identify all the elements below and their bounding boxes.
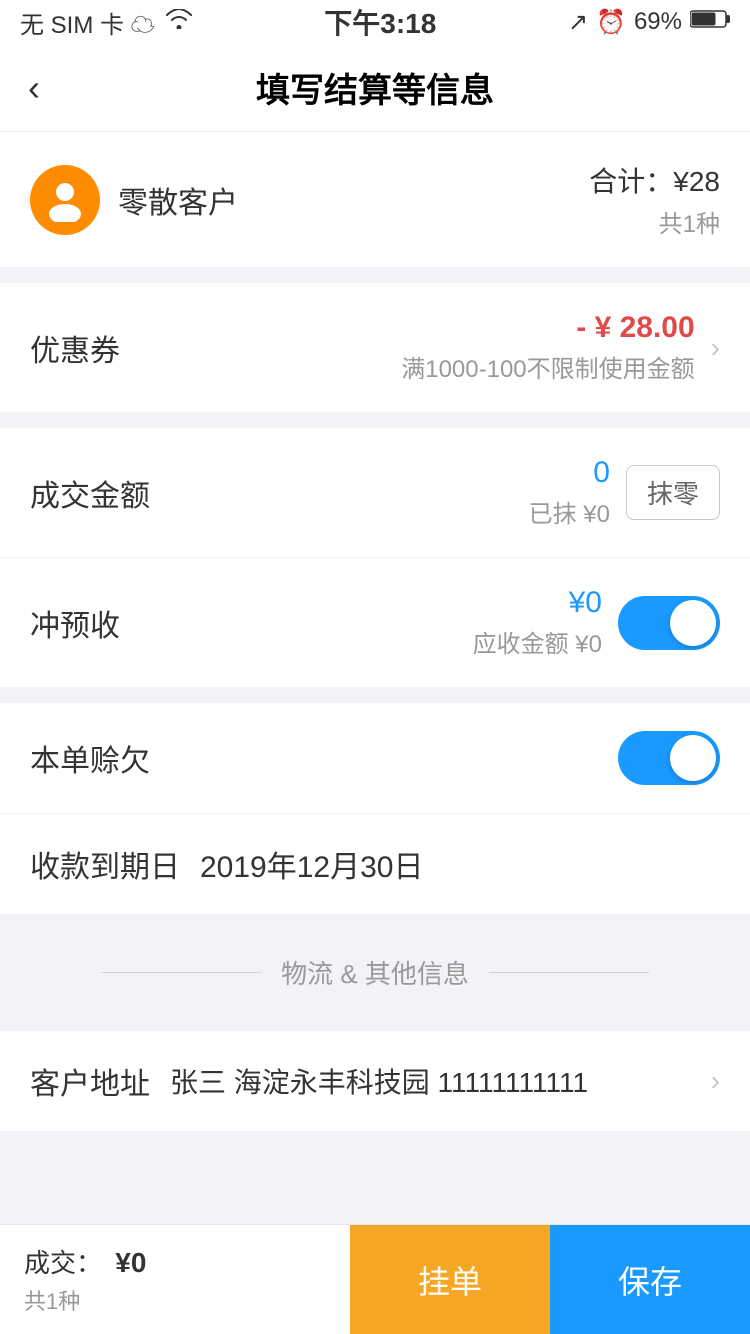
sim-status: 无 SIM 卡 ☁ [20,5,155,40]
coupon-right: - ¥ 28.00 满1000-100不限制使用金额 › [401,311,720,384]
customer-name: 零散客户 [118,178,238,222]
status-left: 无 SIM 卡 ☁ [20,5,193,40]
deal-amount-value: 0 [529,456,610,490]
content: 零散客户 合计：¥28 共1种 优惠券 - ¥ 28.00 满1000-100不… [0,132,750,1261]
address-row[interactable]: 客户地址 张三 海淀永丰科技园 11111111111 › [0,1031,750,1131]
deal-amount-row: 成交金额 0 已抹 ¥0 抹零 [0,428,750,558]
save-button[interactable]: 保存 [550,1225,750,1334]
toggle-knob [670,600,716,646]
customer-row: 零散客户 合计：¥28 共1种 [0,132,750,267]
prepaid-col: ¥0 应收金额 ¥0 [473,586,602,659]
prepaid-value: ¥0 [473,586,602,620]
coupon-label: 优惠券 [30,326,120,370]
bottom-count: 共1种 [24,1284,326,1316]
prepaid-label: 冲预收 [30,601,120,645]
total-count: 共1种 [589,204,720,239]
coupon-section: 优惠券 - ¥ 28.00 满1000-100不限制使用金额 › [0,283,750,412]
debt-date-value: 2019年12月30日 [200,842,423,886]
coupon-row[interactable]: 优惠券 - ¥ 28.00 满1000-100不限制使用金额 › [0,283,750,412]
status-right: ↗ ⏰ 69% [568,8,730,37]
nav-bar: ‹ 填写结算等信息 [0,44,750,132]
battery-percentage: 69% [634,8,682,36]
logistics-label-text: 物流 & 其他信息 [281,954,469,991]
coupon-value-col: - ¥ 28.00 满1000-100不限制使用金额 [401,311,694,384]
coupon-discount: - ¥ 28.00 [401,311,694,345]
deal-amount-label: 成交金额 [30,471,150,515]
avatar [30,165,100,235]
debt-date-row: 收款到期日 2019年12月30日 [0,813,750,914]
bottom-deal-label: 成交： [24,1248,102,1278]
deal-amount-sub: 已抹 ¥0 [529,494,610,529]
bottom-bar: 成交： ¥0 共1种 挂单 保存 [0,1224,750,1334]
bottom-deal-amount: ¥0 [115,1247,146,1278]
divider-line-left [101,972,261,973]
alarm-icon: ⏰ [596,8,626,37]
debt-credit-row: 本单赊欠 [0,703,750,813]
customer-right: 合计：¥28 共1种 [589,160,720,239]
deal-amount-right: 0 已抹 ¥0 抹零 [529,456,720,529]
prepaid-sub: 应收金额 ¥0 [473,624,602,659]
prepaid-right: ¥0 应收金额 ¥0 [473,586,720,659]
status-time: 下午3:18 [324,2,436,42]
round-zero-button[interactable]: 抹零 [626,465,720,520]
back-button[interactable]: ‹ [28,67,40,109]
status-bar: 无 SIM 卡 ☁ 下午3:18 ↗ ⏰ 69% [0,0,750,44]
address-value: 张三 海淀永丰科技园 11111111111 [170,1061,711,1101]
divider-line-right [489,972,649,973]
hold-order-button[interactable]: 挂单 [350,1225,550,1334]
wifi-icon [165,8,193,36]
debt-credit-toggle[interactable] [618,731,720,785]
debt-section: 本单赊欠 收款到期日 2019年12月30日 [0,703,750,914]
logistics-section-label: 物流 & 其他信息 [0,930,750,1015]
debt-credit-label: 本单赊欠 [30,736,150,780]
deal-amount-col: 0 已抹 ¥0 [529,456,610,529]
address-label: 客户地址 [30,1059,150,1103]
customer-left: 零散客户 [30,165,238,235]
bottom-info: 成交： ¥0 共1种 [0,1243,350,1316]
battery-icon [690,8,730,36]
bottom-deal-row: 成交： ¥0 [24,1243,326,1280]
coupon-hint: 满1000-100不限制使用金额 [401,349,694,384]
total-amount: 合计：¥28 [589,160,720,200]
prepaid-toggle[interactable] [618,596,720,650]
toggle-knob-2 [670,735,716,781]
prepaid-row: 冲预收 ¥0 应收金额 ¥0 [0,558,750,687]
page-title: 填写结算等信息 [256,63,494,112]
amount-section: 成交金额 0 已抹 ¥0 抹零 冲预收 ¥0 应收金额 ¥0 [0,428,750,687]
address-chevron: › [711,1065,720,1097]
debt-credit-right [618,731,720,785]
coupon-chevron: › [711,332,720,364]
debt-date-label: 收款到期日 [30,842,180,886]
location-icon: ↗ [568,8,588,37]
